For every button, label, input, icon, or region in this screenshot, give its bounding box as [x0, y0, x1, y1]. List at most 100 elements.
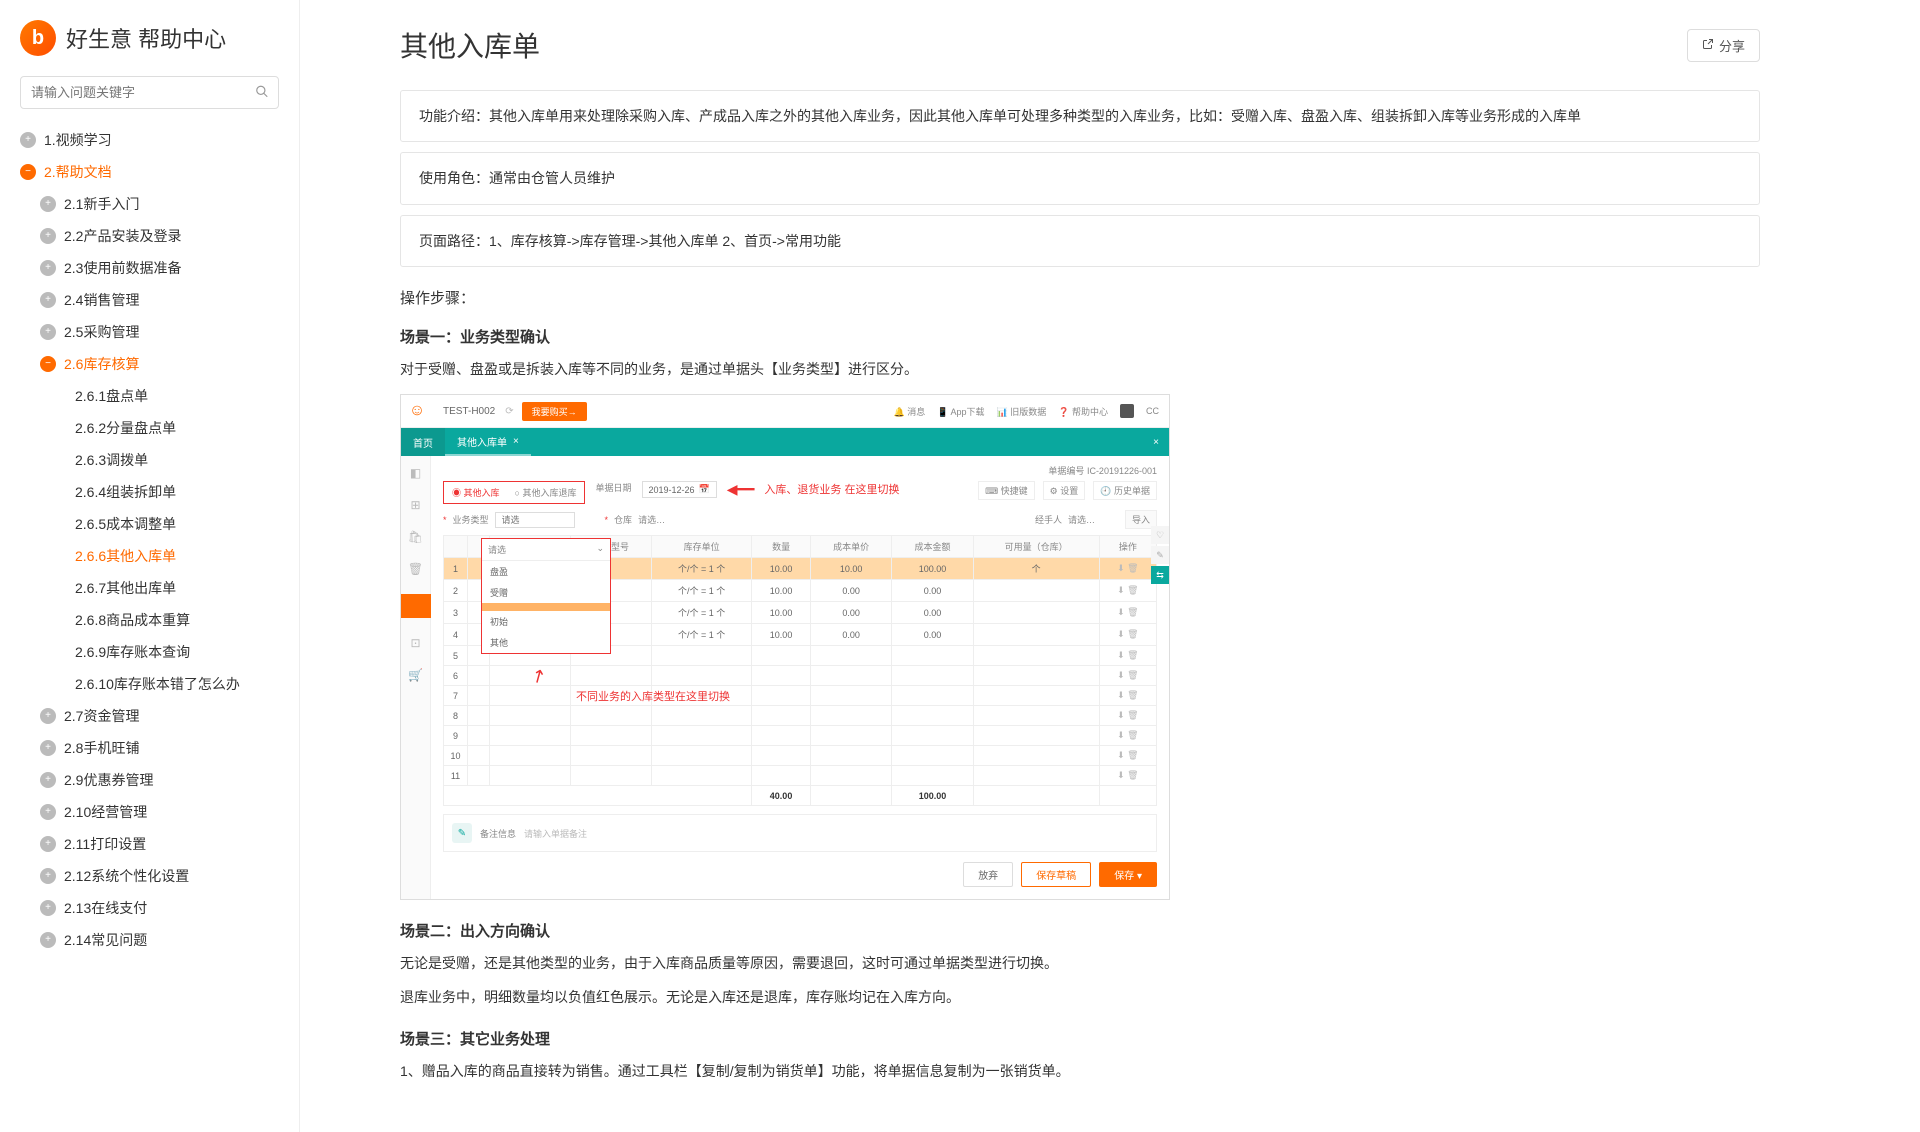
- nav-item[interactable]: +2.2产品安装及登录: [20, 220, 279, 252]
- nav-item[interactable]: 2.6.4组装拆卸单: [20, 476, 279, 508]
- tb-settings[interactable]: ⚙ 设置: [1043, 481, 1086, 500]
- shot-link-old[interactable]: 📊 旧版数据: [997, 405, 1047, 418]
- share-button[interactable]: 分享: [1687, 29, 1760, 62]
- nav-item[interactable]: +1.视频学习: [20, 124, 279, 156]
- btn-save[interactable]: 保存 ▾: [1099, 862, 1157, 887]
- rail-icon-3[interactable]: 🛍: [408, 530, 423, 544]
- download-icon[interactable]: ⬇: [1117, 629, 1125, 639]
- nav-item-label: 2.9优惠券管理: [64, 770, 153, 790]
- nav-item[interactable]: +2.5采购管理: [20, 316, 279, 348]
- download-icon[interactable]: ⬇: [1117, 607, 1125, 617]
- type-opt-return[interactable]: ○ 其他入库退库: [515, 486, 577, 499]
- delete-icon[interactable]: 🗑: [1127, 770, 1138, 780]
- tb-history[interactable]: 🕘 历史单据: [1093, 481, 1157, 500]
- table-row-empty[interactable]: 8⬇ 🗑: [444, 706, 1157, 726]
- biztype-input[interactable]: [495, 512, 575, 528]
- nav-item[interactable]: +2.13在线支付: [20, 892, 279, 924]
- shot-link-user[interactable]: CC: [1146, 406, 1159, 416]
- avatar-icon[interactable]: [1120, 404, 1134, 418]
- dd-item-3[interactable]: 初始: [482, 611, 610, 632]
- type-opt-in[interactable]: ◉ 其他入库: [452, 486, 500, 499]
- nav-item[interactable]: 2.6.7其他出库单: [20, 572, 279, 604]
- table-row-empty[interactable]: 11⬇ 🗑: [444, 766, 1157, 786]
- shot-tab-active[interactable]: 其他入库单 ×: [445, 428, 531, 456]
- search-input[interactable]: [20, 76, 279, 109]
- rail-icon-2[interactable]: ⊞: [410, 498, 420, 512]
- nav-item[interactable]: 2.6.10库存账本错了怎么办: [20, 668, 279, 700]
- date-input[interactable]: 2019-12-26 📅: [642, 481, 717, 498]
- doc-type-switch[interactable]: ◉ 其他入库 ○ 其他入库退库: [443, 481, 585, 504]
- nav-item[interactable]: 2.6.1盘点单: [20, 380, 279, 412]
- note-placeholder[interactable]: 请输入单据备注: [524, 827, 587, 840]
- btn-cancel[interactable]: 放弃: [963, 862, 1013, 887]
- rail-icon-1[interactable]: ◧: [410, 466, 421, 480]
- delete-icon[interactable]: 🗑: [1127, 629, 1138, 639]
- download-icon[interactable]: ⬇: [1117, 770, 1125, 780]
- delete-icon[interactable]: 🗑: [1127, 670, 1138, 680]
- delete-icon[interactable]: 🗑: [1127, 650, 1138, 660]
- download-icon[interactable]: ⬇: [1117, 670, 1125, 680]
- download-icon[interactable]: ⬇: [1117, 650, 1125, 660]
- nav-item[interactable]: 2.6.3调拨单: [20, 444, 279, 476]
- nav-item[interactable]: +2.10经营管理: [20, 796, 279, 828]
- search-icon[interactable]: [255, 84, 269, 101]
- table-row-empty[interactable]: 10⬇ 🗑: [444, 746, 1157, 766]
- nav-item[interactable]: 2.6.8商品成本重算: [20, 604, 279, 636]
- tb-shortcut[interactable]: ⌨ 快捷键: [978, 481, 1035, 500]
- table-row-empty[interactable]: 6⬇ 🗑: [444, 666, 1157, 686]
- rr-icon-2[interactable]: ✎: [1151, 546, 1169, 564]
- rr-icon-1[interactable]: ♡: [1151, 526, 1169, 544]
- table-row-empty[interactable]: 7⬇ 🗑: [444, 686, 1157, 706]
- dd-item-1[interactable]: 受赠: [482, 582, 610, 603]
- nav-item[interactable]: 2.6.6其他入库单: [20, 540, 279, 572]
- nav-item[interactable]: +2.7资金管理: [20, 700, 279, 732]
- rail-icon-4[interactable]: 🗑: [408, 562, 423, 576]
- owner-value[interactable]: 请选…: [1068, 513, 1095, 526]
- dd-item-0[interactable]: 盘盈: [482, 561, 610, 582]
- nav-item[interactable]: −2.帮助文档: [20, 156, 279, 188]
- download-icon[interactable]: ⬇: [1117, 730, 1125, 740]
- delete-icon[interactable]: 🗑: [1127, 585, 1138, 595]
- rr-icon-3[interactable]: ⇆: [1151, 566, 1169, 584]
- download-icon[interactable]: ⬇: [1117, 585, 1125, 595]
- nav-item[interactable]: 2.6.2分量盘点单: [20, 412, 279, 444]
- nav-item[interactable]: 2.6.5成本调整单: [20, 508, 279, 540]
- delete-icon[interactable]: 🗑: [1127, 730, 1138, 740]
- nav-item[interactable]: +2.1新手入门: [20, 188, 279, 220]
- nav-item[interactable]: +2.12系统个性化设置: [20, 860, 279, 892]
- close-icon[interactable]: ×: [513, 436, 519, 447]
- nav-item[interactable]: +2.4销售管理: [20, 284, 279, 316]
- shot-tabs-close-icon[interactable]: ×: [1143, 437, 1169, 448]
- nav-item[interactable]: +2.11打印设置: [20, 828, 279, 860]
- btn-draft[interactable]: 保存草稿: [1021, 862, 1091, 887]
- shot-tab-home[interactable]: 首页: [401, 428, 445, 456]
- nav-item[interactable]: +2.9优惠券管理: [20, 764, 279, 796]
- download-icon[interactable]: ⬇: [1117, 690, 1125, 700]
- dd-item-2[interactable]: [482, 603, 610, 611]
- delete-icon[interactable]: 🗑: [1127, 607, 1138, 617]
- rail-icon-active[interactable]: [401, 594, 431, 618]
- delete-icon[interactable]: 🗑: [1127, 563, 1138, 573]
- nav-item[interactable]: +2.14常见问题: [20, 924, 279, 956]
- download-icon[interactable]: ⬇: [1117, 563, 1125, 573]
- shot-row-type: ◉ 其他入库 ○ 其他入库退库 单据日期 2019-12-26 📅 ◀━━ 入库…: [443, 481, 1157, 504]
- nav-item[interactable]: +2.3使用前数据准备: [20, 252, 279, 284]
- table-row-empty[interactable]: 9⬇ 🗑: [444, 726, 1157, 746]
- nav-item[interactable]: −2.6库存核算: [20, 348, 279, 380]
- nav-item[interactable]: 2.6.9库存账本查询: [20, 636, 279, 668]
- rail-icon-5[interactable]: ⊡: [410, 636, 420, 650]
- delete-icon[interactable]: 🗑: [1127, 690, 1138, 700]
- delete-icon[interactable]: 🗑: [1127, 710, 1138, 720]
- scene3-p1: 1、赠品入库的商品直接转为销售。通过工具栏【复制/复制为销货单】功能，将单据信息…: [400, 1059, 1760, 1084]
- dd-item-4[interactable]: 其他: [482, 632, 610, 653]
- shot-link-help[interactable]: ❓ 帮助中心: [1058, 405, 1108, 418]
- shot-link-msg[interactable]: 🔔 消息: [894, 405, 926, 418]
- nav-item[interactable]: +2.8手机旺铺: [20, 732, 279, 764]
- ware-value[interactable]: 请选…: [638, 513, 665, 526]
- download-icon[interactable]: ⬇: [1117, 750, 1125, 760]
- shot-link-app[interactable]: 📱 App下载: [937, 405, 984, 418]
- delete-icon[interactable]: 🗑: [1127, 750, 1138, 760]
- shot-buy-button[interactable]: 我要购买→: [522, 402, 587, 421]
- rail-icon-6[interactable]: 🛒: [408, 668, 423, 682]
- download-icon[interactable]: ⬇: [1117, 710, 1125, 720]
